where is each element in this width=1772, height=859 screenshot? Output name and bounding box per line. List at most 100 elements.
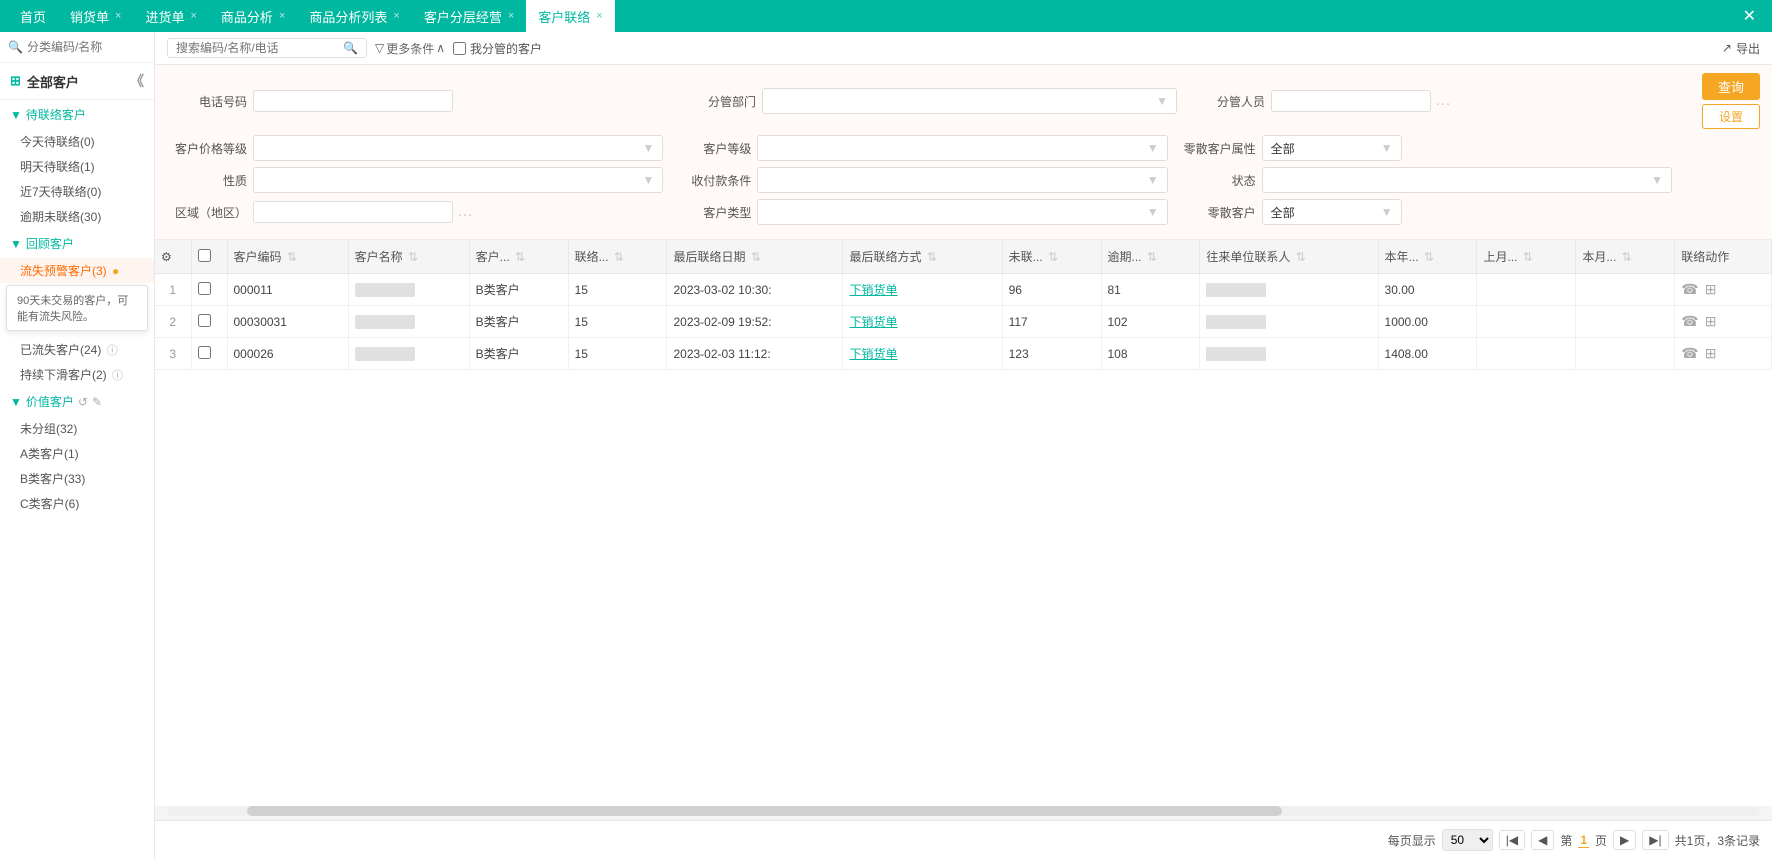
sidebar-item-class-b[interactable]: B类客户(33)	[0, 466, 154, 491]
filter-dots-region[interactable]: …	[457, 203, 473, 221]
th-contact[interactable]: 联络... ⇅	[568, 240, 667, 274]
filter-select-customer-type[interactable]: ▼	[757, 199, 1167, 225]
prev-page-btn[interactable]: ◀	[1531, 830, 1554, 850]
sidebar-item-class-a[interactable]: A类客户(1)	[0, 441, 154, 466]
filter-input-phone[interactable]	[253, 90, 453, 112]
action-more-0[interactable]: ⊞	[1705, 281, 1717, 298]
refresh-icon[interactable]: ↺	[78, 395, 88, 409]
th-checkbox[interactable]	[191, 240, 227, 274]
query-button[interactable]: 查询	[1702, 73, 1760, 100]
row-actions-0: ☎ ⊞	[1675, 274, 1772, 306]
sidebar-item-declining[interactable]: 持续下滑客户(2) ⓘ	[0, 362, 154, 387]
horizontal-scrollbar[interactable]	[167, 806, 1760, 816]
filter-input-manager[interactable]	[1271, 90, 1431, 112]
last-page-btn[interactable]: ▶|	[1642, 830, 1668, 850]
action-phone-0[interactable]: ☎	[1681, 281, 1698, 298]
row-checkbox-1[interactable]	[191, 306, 227, 338]
next-page-btn[interactable]: ▶	[1613, 830, 1636, 850]
sidebar-item-ungroup[interactable]: 未分组(32)	[0, 416, 154, 441]
row-checkbox-2[interactable]	[191, 338, 227, 370]
nav-tab-customer-contact[interactable]: 客户联络 ×	[526, 0, 614, 32]
per-page-select[interactable]: 50 100 200	[1442, 829, 1493, 851]
th-last-date[interactable]: 最后联络日期 ⇅	[667, 240, 843, 274]
edit-icon-value[interactable]: ✎	[92, 395, 102, 409]
filter-select-status[interactable]: ▼	[1262, 167, 1672, 193]
more-conditions-toggle[interactable]: ▽ 更多条件 ∧	[375, 40, 445, 57]
first-page-btn[interactable]: |◀	[1499, 830, 1525, 850]
nav-tab-sales[interactable]: 销货单 ×	[58, 0, 133, 32]
top-navigation: 首页 销货单 × 进货单 × 商品分析 × 商品分析列表 × 客户分层经营 × …	[0, 0, 1772, 32]
th-name[interactable]: 客户名称 ⇅	[348, 240, 469, 274]
nav-tab-purchase[interactable]: 进货单 ×	[133, 0, 208, 32]
export-button[interactable]: ↗ 导出	[1722, 40, 1760, 57]
filter-input-region[interactable]	[253, 201, 453, 223]
scrollbar-thumb[interactable]	[247, 806, 1282, 816]
th-code[interactable]: 客户编码 ⇅	[227, 240, 348, 274]
close-all-tabs[interactable]: ✕	[1735, 6, 1764, 26]
action-phone-1[interactable]: ☎	[1681, 313, 1698, 330]
sidebar-section-pending[interactable]: ▼ 待联络客户	[0, 100, 154, 129]
sidebar-item-7days[interactable]: 近7天待联络(0)	[0, 179, 154, 204]
sort-icon-last-month: ⇅	[1523, 250, 1533, 264]
close-tab-sales[interactable]: ×	[115, 10, 121, 22]
row-contact-2: 15	[568, 338, 667, 370]
filter-select-retail-attr[interactable]: 全部 ▼	[1262, 135, 1402, 161]
filter-row-1: 电话号码 分管部门 ▼ 分管人员 … 查询 设置	[167, 73, 1760, 129]
nav-tab-analysis-list[interactable]: 商品分析列表 ×	[297, 0, 411, 32]
sidebar-item-today[interactable]: 今天待联络(0)	[0, 129, 154, 154]
sidebar-search-icon: 🔍	[8, 40, 23, 54]
th-overdue[interactable]: 逾期... ⇅	[1101, 240, 1200, 274]
close-tab-customer-layer[interactable]: ×	[508, 10, 514, 22]
close-tab-customer-contact[interactable]: ×	[596, 10, 602, 22]
my-customers-checkbox[interactable]: 我分管的客户	[453, 40, 542, 57]
filter-field-nature: 性质 ▼	[167, 167, 663, 193]
row-last-method-2[interactable]: 下销货单	[843, 338, 1002, 370]
sidebar-item-overdue[interactable]: 逾期未联络(30)	[0, 204, 154, 229]
close-tab-analysis-list[interactable]: ×	[393, 10, 399, 22]
sidebar-section-review[interactable]: ▼ 回顾客户	[0, 229, 154, 258]
filter-select-customer-level[interactable]: ▼	[757, 135, 1167, 161]
my-customers-check[interactable]	[453, 42, 466, 55]
nav-tab-analysis[interactable]: 商品分析 ×	[209, 0, 297, 32]
filter-dots-manager[interactable]: …	[1435, 92, 1451, 110]
action-more-1[interactable]: ⊞	[1705, 313, 1717, 330]
filter-select-retail-customer[interactable]: 全部 ▼	[1262, 199, 1402, 225]
th-settings[interactable]: ⚙	[155, 240, 191, 274]
sidebar-search-input[interactable]	[27, 40, 146, 54]
row-type-2: B类客户	[469, 338, 568, 370]
action-phone-2[interactable]: ☎	[1681, 345, 1698, 362]
filter-search-input[interactable]	[176, 41, 343, 55]
close-tab-analysis[interactable]: ×	[279, 10, 285, 22]
th-last-method[interactable]: 最后联络方式 ⇅	[843, 240, 1002, 274]
sort-icon-code: ⇅	[287, 250, 297, 264]
close-tab-purchase[interactable]: ×	[190, 10, 196, 22]
sidebar-item-churn-warning[interactable]: 流失预警客户(3) ●	[0, 258, 154, 283]
filter-select-price-level[interactable]: ▼	[253, 135, 663, 161]
row-last-month-2	[1477, 338, 1576, 370]
row-checkbox-0[interactable]	[191, 274, 227, 306]
sidebar-item-tomorrow[interactable]: 明天待联络(1)	[0, 154, 154, 179]
filter-search-icon[interactable]: 🔍	[343, 41, 358, 55]
th-type[interactable]: 客户... ⇅	[469, 240, 568, 274]
filter-select-nature[interactable]: ▼	[253, 167, 663, 193]
action-more-2[interactable]: ⊞	[1705, 345, 1717, 362]
nav-tab-customer-layer[interactable]: 客户分层经营 ×	[412, 0, 526, 32]
select-all-checkbox[interactable]	[198, 249, 211, 262]
th-associate[interactable]: 往来单位联系人 ⇅	[1200, 240, 1378, 274]
th-uncontacted[interactable]: 未联... ⇅	[1002, 240, 1101, 274]
th-this-year[interactable]: 本年... ⇅	[1378, 240, 1477, 274]
th-last-month[interactable]: 上月... ⇅	[1477, 240, 1576, 274]
sidebar-all-customers[interactable]: ⊞ 全部客户 《	[0, 63, 154, 100]
row-last-method-1[interactable]: 下销货单	[843, 306, 1002, 338]
row-uncontacted-1: 117	[1002, 306, 1101, 338]
row-last-method-0[interactable]: 下销货单	[843, 274, 1002, 306]
th-this-month[interactable]: 本月... ⇅	[1576, 240, 1675, 274]
filter-select-payment[interactable]: ▼	[757, 167, 1167, 193]
sidebar-section-value[interactable]: ▼ 价值客户 ↺ ✎	[0, 387, 154, 416]
sidebar-item-class-c[interactable]: C类客户(6)	[0, 491, 154, 516]
nav-home[interactable]: 首页	[8, 0, 58, 32]
filter-select-dept[interactable]: ▼	[762, 88, 1177, 114]
settings-button[interactable]: 设置	[1702, 104, 1760, 129]
sidebar-item-churned[interactable]: 已流失客户(24) ⓘ	[0, 337, 154, 362]
collapse-sidebar-btn[interactable]: 《	[130, 71, 144, 91]
